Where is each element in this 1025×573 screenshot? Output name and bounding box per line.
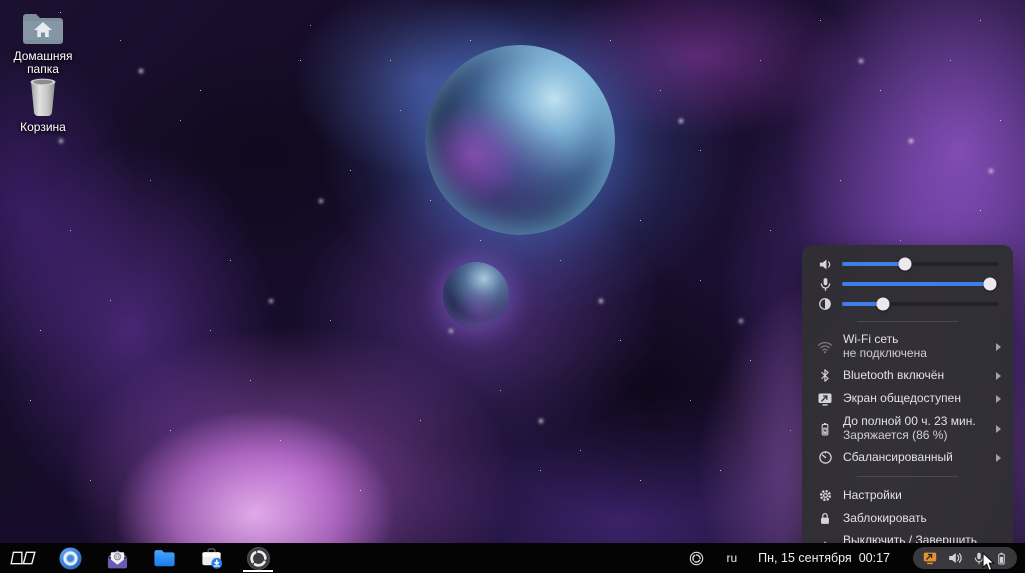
qs-item-label: Заблокировать [843, 510, 927, 525]
wifi-icon [817, 339, 833, 355]
desktop-icon-home-folder[interactable]: Домашняя папка [6, 9, 80, 76]
qs-item-text: Wi-Fi сеть не подключена [843, 332, 990, 360]
microphone-slider[interactable] [842, 277, 999, 291]
home-folder-icon [23, 14, 63, 44]
keyboard-layout-indicator[interactable]: ru [726, 551, 737, 565]
folder-icon [153, 550, 175, 567]
chevron-right-icon [996, 371, 1001, 380]
small-planet [443, 262, 509, 328]
qs-action-lock[interactable]: Заблокировать [802, 507, 1013, 530]
lock-icon [817, 511, 833, 526]
qs-item-text: До полной 00 ч. 23 мин. Заряжается (86 %… [843, 414, 990, 442]
svg-text:@: @ [114, 553, 120, 560]
volume-slider-row [802, 254, 1013, 274]
qs-action-settings[interactable]: Настройки [802, 484, 1013, 507]
qs-item-bluetooth[interactable]: Bluetooth включён [802, 364, 1013, 387]
clock-time[interactable]: 00:17 [859, 551, 890, 565]
microphone-slider-row [802, 274, 1013, 294]
divider [857, 321, 958, 322]
chevron-right-icon [996, 342, 1001, 351]
clock-date[interactable]: Пн, 15 сентября [758, 551, 852, 565]
screen-share-icon [817, 391, 833, 407]
qs-item-label: Сбалансированный [843, 449, 953, 464]
quick-settings-popup: Wi-Fi сеть не подключена Bluetooth включ… [802, 245, 1013, 573]
chevron-right-icon [996, 453, 1001, 462]
chromium-icon [58, 546, 82, 570]
obs-icon [246, 546, 270, 570]
qs-item-sublabel: Заряжается (86 %) [843, 427, 948, 442]
qs-item-label: Bluetooth включён [843, 367, 945, 382]
screen-cast-icon[interactable] [922, 550, 938, 566]
volume-slider[interactable] [842, 257, 999, 271]
app-obs-button[interactable] [243, 543, 273, 573]
qs-item-wifi[interactable]: Wi-Fi сеть не подключена [802, 329, 1013, 364]
speaker-icon [817, 257, 833, 272]
gauge-icon [817, 450, 833, 465]
brightness-slider[interactable] [842, 297, 999, 311]
app-files-button[interactable] [151, 543, 177, 573]
qs-item-battery[interactable]: До полной 00 ч. 23 мин. Заряжается (86 %… [802, 411, 1013, 446]
brightness-slider-handle[interactable] [876, 297, 890, 311]
gear-icon [817, 488, 833, 503]
qs-item-screen-share[interactable]: Экран общедоступен [802, 387, 1013, 411]
chevron-right-icon [996, 395, 1001, 403]
desktop-icon-trash[interactable]: Корзина [6, 74, 80, 134]
brightness-icon [817, 297, 833, 311]
brightness-slider-row [802, 294, 1013, 314]
desktop-icon-label: Корзина [20, 120, 66, 134]
desktop-screen: Домашняя папка Корзина Wi-Fi сеть не под… [0, 0, 1025, 573]
divider [857, 476, 958, 477]
app-software-center-button[interactable] [198, 543, 224, 573]
taskbar: @ ru Пн, 15 сентября 00:17 [0, 543, 1025, 573]
chevron-right-icon [996, 424, 1001, 433]
launcher-icon [10, 551, 36, 565]
bluetooth-icon [817, 368, 833, 383]
mail-icon: @ [107, 549, 127, 568]
microphone-icon[interactable] [972, 551, 986, 566]
large-planet [425, 45, 615, 235]
qs-item-label: Экран общедоступен [843, 391, 961, 406]
volume-icon[interactable] [947, 550, 963, 566]
qs-item-sublabel: не подключена [843, 345, 927, 360]
taskbar-apps: @ [10, 543, 273, 573]
volume-slider-handle[interactable] [898, 257, 912, 271]
app-launcher-button[interactable] [10, 543, 36, 573]
battery-icon[interactable] [995, 551, 1008, 566]
app-chromium-button[interactable] [57, 543, 83, 573]
microphone-icon [817, 277, 833, 292]
qs-item-power-profile[interactable]: Сбалансированный [802, 446, 1013, 469]
tray-status-pill [913, 547, 1017, 569]
desktop-icon-label: Домашняя папка [13, 49, 73, 76]
system-tray: ru Пн, 15 сентября 00:17 [689, 547, 1017, 569]
microphone-slider-handle[interactable] [983, 277, 997, 291]
qs-item-label: До полной 00 ч. 23 мин. [843, 414, 976, 428]
app-mail-button[interactable]: @ [104, 543, 130, 573]
battery-icon [817, 421, 833, 437]
trash-icon [30, 78, 56, 116]
qs-item-label: Настройки [843, 487, 902, 502]
qs-item-label: Wi-Fi сеть [843, 332, 899, 346]
bright-stars-decoration [0, 0, 2, 2]
obs-tray-icon[interactable] [689, 551, 704, 566]
software-center-icon [201, 548, 222, 569]
